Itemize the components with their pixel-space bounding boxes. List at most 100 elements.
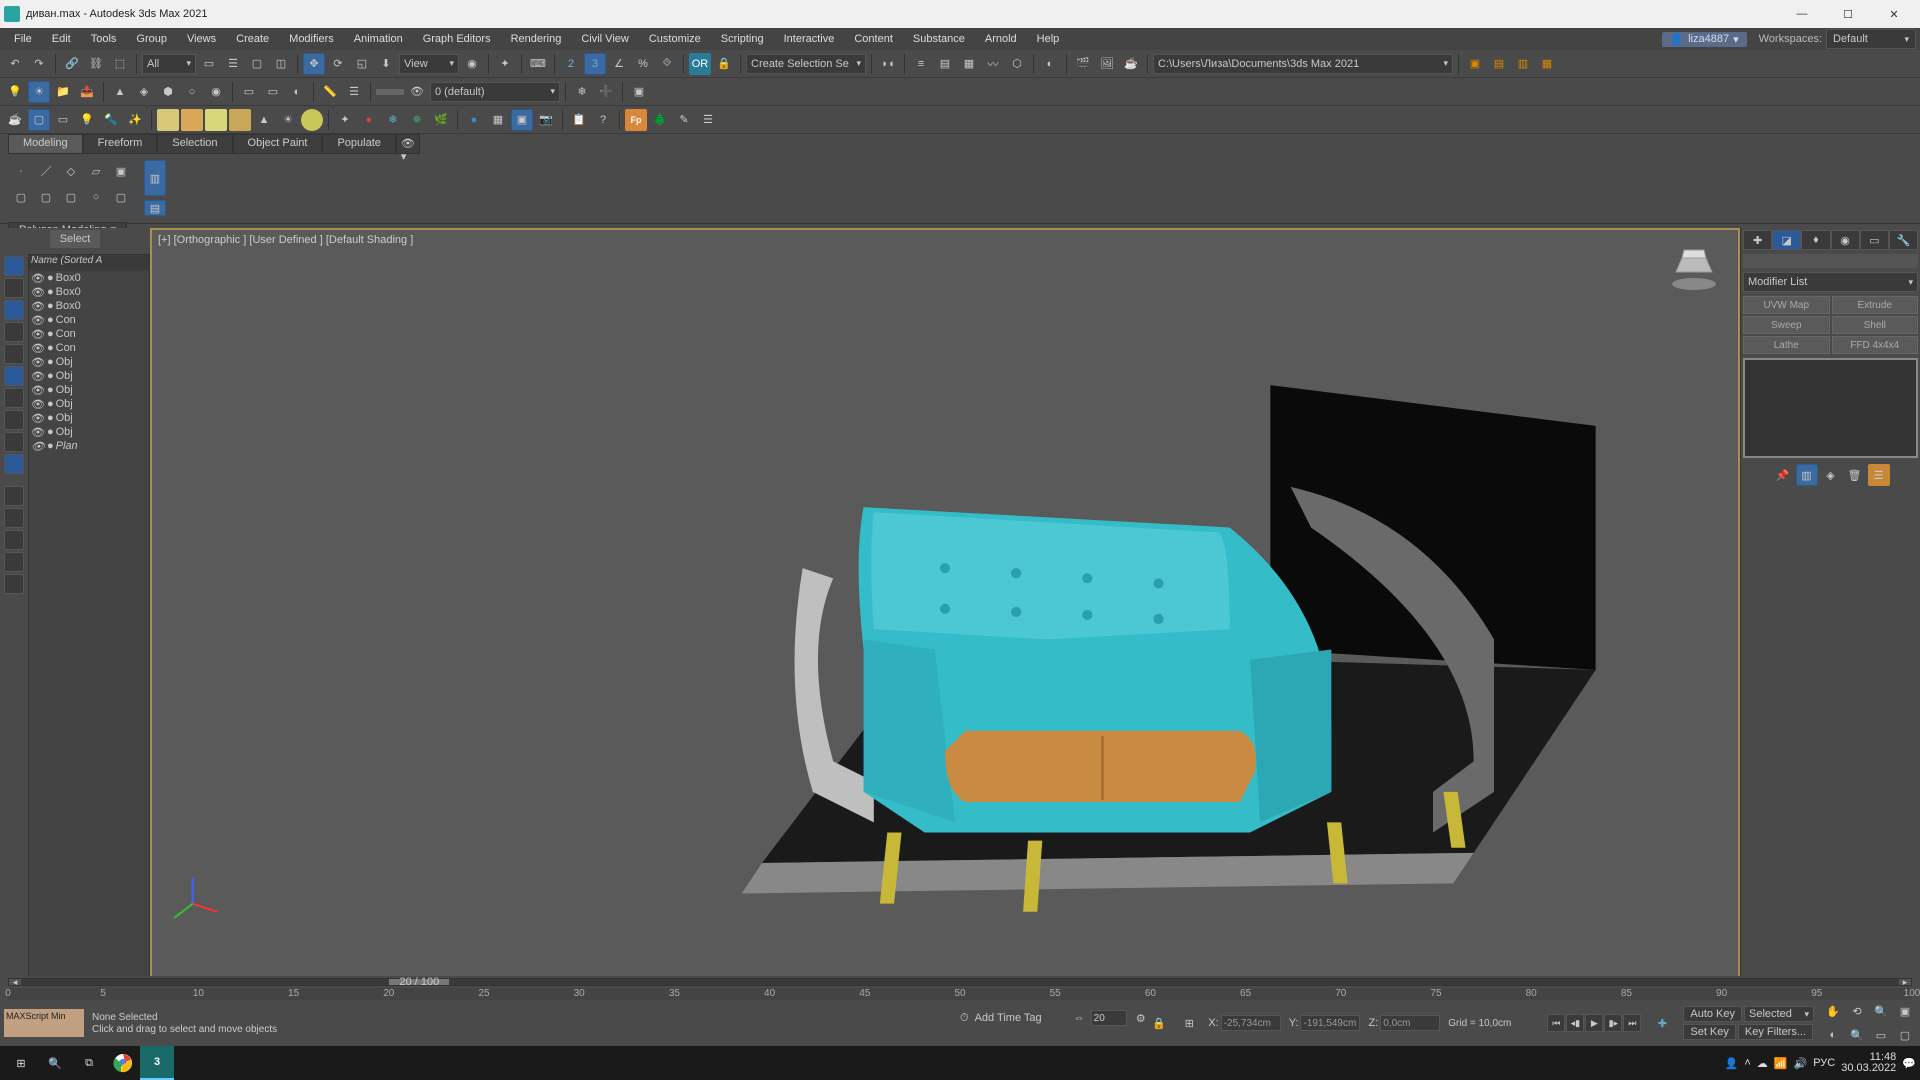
cmd-hierarchy-tab[interactable]: ♦ xyxy=(1801,230,1830,250)
prim-plane-button[interactable]: ▭ xyxy=(52,109,74,131)
render-teapot-button[interactable]: ☕ xyxy=(4,109,26,131)
mod-uvwmap-button[interactable]: UVW Map xyxy=(1743,296,1830,314)
menu-modifiers[interactable]: Modifiers xyxy=(279,31,344,47)
cmd-motion-tab[interactable]: ◉ xyxy=(1831,230,1860,250)
nav-pan-button[interactable]: ✋ xyxy=(1822,1000,1844,1022)
select-manipulate-button[interactable]: ✦ xyxy=(494,53,516,75)
modifier-list-dropdown[interactable]: Modifier List xyxy=(1743,272,1918,292)
keyboard-shortcut-button[interactable]: ⌨ xyxy=(527,53,549,75)
tray-notifications-icon[interactable]: 💬 xyxy=(1902,1057,1916,1070)
spinner-snap-button[interactable]: ⟐ xyxy=(656,53,678,75)
material-editor-button[interactable]: ◐ xyxy=(1039,53,1061,75)
tray-cloud-icon[interactable]: ☁ xyxy=(1757,1057,1768,1070)
viewport[interactable]: [+] [Orthographic ] [User Defined ] [Def… xyxy=(150,228,1740,1010)
mod-lathe-button[interactable]: Lathe xyxy=(1743,336,1830,354)
menu-arnold[interactable]: Arnold xyxy=(975,31,1027,47)
percent-snap-button[interactable]: % xyxy=(632,53,654,75)
edit-selection-button[interactable]: OR xyxy=(689,53,711,75)
setkey-button[interactable]: Set Key xyxy=(1683,1024,1736,1040)
select-object-button[interactable]: ▭ xyxy=(198,53,220,75)
helper-grid-button[interactable]: ▦ xyxy=(487,109,509,131)
user-account[interactable]: 👤liza4887▾ xyxy=(1662,32,1746,47)
subobj-edge-button[interactable]: ／ xyxy=(35,160,57,182)
prim-sphere-button[interactable] xyxy=(205,109,227,131)
menu-content[interactable]: Content xyxy=(844,31,903,47)
layer-color-swatch[interactable] xyxy=(376,89,404,95)
tray-clock[interactable]: 11:48 30.03.2022 xyxy=(1841,1052,1896,1074)
prim-light-button[interactable]: 💡 xyxy=(76,109,98,131)
toggle-ribbon-button[interactable]: ▦ xyxy=(958,53,980,75)
display-bone-button[interactable] xyxy=(4,410,24,430)
cmd-create-tab[interactable]: ✚ xyxy=(1743,230,1772,250)
layer-explorer-button[interactable]: ▤ xyxy=(934,53,956,75)
coord-y-input[interactable] xyxy=(1300,1015,1360,1031)
align-button[interactable]: ≡ xyxy=(910,53,932,75)
window-crossing-button[interactable]: ◫ xyxy=(270,53,292,75)
start-button[interactable]: ⊞ xyxy=(4,1046,38,1080)
make-unique-button[interactable]: ◈ xyxy=(1820,464,1842,486)
tray-volume-icon[interactable]: 🔊 xyxy=(1794,1057,1808,1070)
prim-cone-button[interactable] xyxy=(229,109,251,131)
project-button-1[interactable]: ▣ xyxy=(1464,53,1486,75)
mod-ffd-button[interactable]: FFD 4x4x4 xyxy=(1832,336,1919,354)
project-path-dropdown[interactable]: C:\Users\Лиза\Documents\3ds Max 2021 xyxy=(1153,54,1453,74)
subobj-border-button[interactable]: ◇ xyxy=(60,160,82,182)
select-region-rect-button[interactable]: ▢ xyxy=(246,53,268,75)
ribbon-tab-more[interactable]: 👁 ▾ xyxy=(396,134,420,154)
time-config-button[interactable]: ⚙ xyxy=(1133,1010,1149,1026)
wand-button[interactable]: ✎ xyxy=(673,109,695,131)
prim-omni-button[interactable]: ✨ xyxy=(124,109,146,131)
viewcube[interactable] xyxy=(1666,238,1722,294)
mod-shell-button[interactable]: Shell xyxy=(1832,316,1919,334)
prim-cylinder-button[interactable] xyxy=(157,109,179,131)
tray-lang[interactable]: РУС xyxy=(1813,1057,1835,1069)
link-button[interactable]: 🔗 xyxy=(61,53,83,75)
list-button[interactable]: ☰ xyxy=(697,109,719,131)
prim-geosphere-button[interactable] xyxy=(301,109,323,131)
rib-large-b[interactable]: ▤ xyxy=(144,200,166,216)
cmd-modify-tab[interactable]: ◪ xyxy=(1772,230,1801,250)
undo-button[interactable]: ↶ xyxy=(4,53,26,75)
use-pivot-button[interactable]: ◉ xyxy=(461,53,483,75)
viewport-label[interactable]: [+] [Orthographic ] [User Defined ] [Def… xyxy=(158,234,413,246)
bind-button[interactable]: ⬚ xyxy=(109,53,131,75)
create-sunlight-button[interactable]: ☀ xyxy=(28,81,50,103)
select-scale-button[interactable]: ◱ xyxy=(351,53,373,75)
render-button[interactable]: ☕ xyxy=(1120,53,1142,75)
keymode-dropdown[interactable]: Selected xyxy=(1744,1006,1814,1022)
autokey-button[interactable]: Auto Key xyxy=(1683,1006,1742,1022)
menu-scripting[interactable]: Scripting xyxy=(711,31,774,47)
layers-button[interactable]: ☰ xyxy=(343,81,365,103)
select-move-button[interactable]: ✥ xyxy=(303,53,325,75)
mirror-button[interactable]: ◗◖ xyxy=(877,53,899,75)
mod-extrude-button[interactable]: Extrude xyxy=(1832,296,1919,314)
helper-box-button[interactable]: ▣ xyxy=(511,109,533,131)
nav-max-button[interactable]: ▭ xyxy=(1870,1024,1892,1046)
particle-e-button[interactable]: 🌿 xyxy=(430,109,452,131)
filter-d-button[interactable] xyxy=(4,552,24,572)
nav-zoom-button[interactable]: 🔍 xyxy=(1870,1000,1892,1022)
subobj-poly-button[interactable]: ▱ xyxy=(85,160,107,182)
time-ruler[interactable]: 0510152025303540455055606570758085909510… xyxy=(8,988,1912,1000)
ref-coord-dropdown[interactable]: View xyxy=(399,54,459,74)
maximize-button[interactable]: ☐ xyxy=(1826,2,1870,26)
display-shapes-button[interactable] xyxy=(4,300,24,320)
named-selection-dropdown[interactable]: Create Selection Se xyxy=(746,54,866,74)
rib-tool-a[interactable]: ▢ xyxy=(10,186,32,208)
filter-c-button[interactable] xyxy=(4,530,24,550)
ribbon-tab-objectpaint[interactable]: Object Paint xyxy=(233,134,323,154)
tool-h-button[interactable]: ◐ xyxy=(286,81,308,103)
cmd-utilities-tab[interactable]: 🔧 xyxy=(1889,230,1918,250)
isolate-button[interactable]: ▣ xyxy=(628,81,650,103)
prim-pyramid-button[interactable]: ▲ xyxy=(253,109,275,131)
active-layer-dropdown[interactable]: 0 (default) xyxy=(430,82,560,102)
viewport-canvas[interactable] xyxy=(152,230,1738,1008)
menu-file[interactable]: File xyxy=(4,31,42,47)
unlink-button[interactable]: ⛓ xyxy=(85,53,107,75)
time-prev-button[interactable]: ◂ xyxy=(9,979,21,985)
rib-tool-d[interactable]: ○ xyxy=(85,186,107,208)
menu-interactive[interactable]: Interactive xyxy=(774,31,845,47)
display-part-button[interactable] xyxy=(4,432,24,452)
particle-c-button[interactable]: ❄ xyxy=(382,109,404,131)
task-view-button[interactable]: ⧉ xyxy=(72,1046,106,1080)
